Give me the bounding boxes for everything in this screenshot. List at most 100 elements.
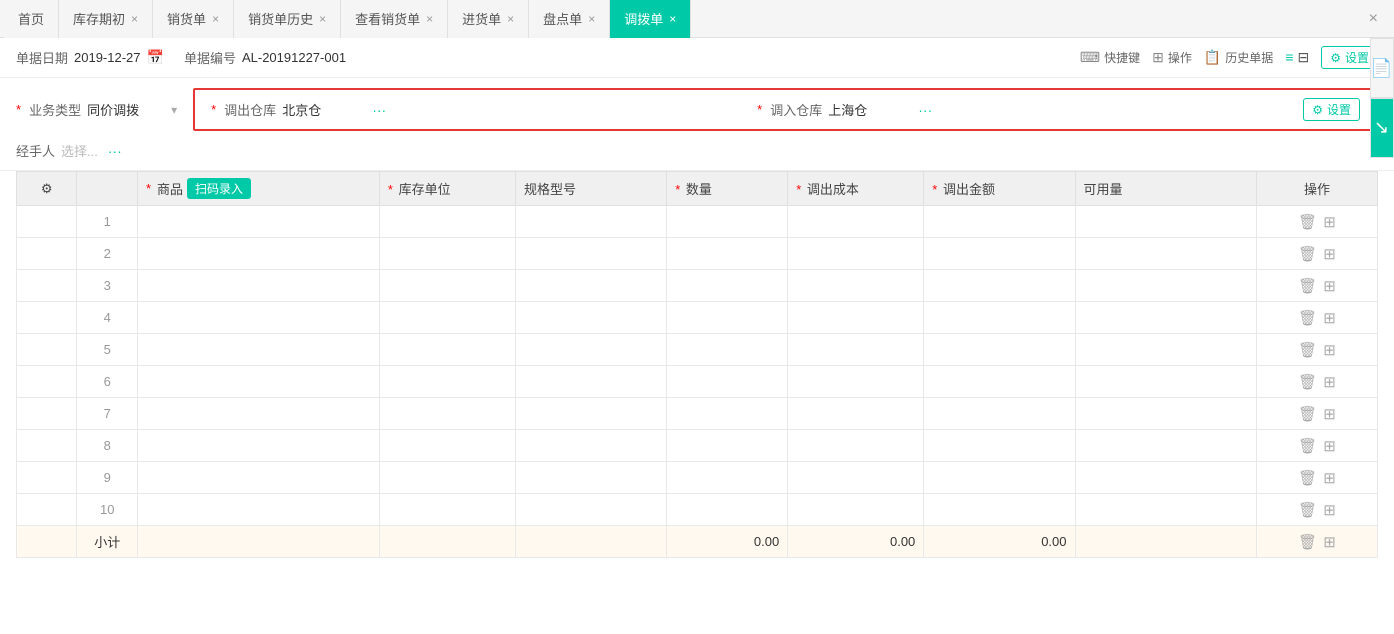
row-qty-cell[interactable] xyxy=(667,494,788,526)
col-header-gear[interactable]: ⚙ xyxy=(17,172,77,206)
row-spec-cell[interactable] xyxy=(516,462,667,494)
tab-sales-order-close[interactable]: × xyxy=(212,12,219,26)
row-amount-cell[interactable] xyxy=(924,494,1075,526)
copy-icon[interactable]: ⊞ xyxy=(1323,277,1336,295)
delete-icon[interactable]: 🗑 xyxy=(1298,277,1317,295)
row-qty-cell[interactable] xyxy=(667,238,788,270)
copy-icon[interactable]: ⊞ xyxy=(1323,533,1336,551)
row-qty-cell[interactable] xyxy=(667,462,788,494)
row-unit-cell[interactable] xyxy=(379,270,515,302)
copy-icon[interactable]: ⊞ xyxy=(1323,405,1336,423)
row-cost-cell[interactable] xyxy=(788,206,924,238)
tab-purchase-order-close[interactable]: × xyxy=(507,12,514,26)
tab-sales-history[interactable]: 销货单历史 × xyxy=(234,0,341,38)
tab-home[interactable]: 首页 xyxy=(4,0,59,38)
copy-icon[interactable]: ⊞ xyxy=(1323,469,1336,487)
history-button[interactable]: 📋 历史单据 xyxy=(1204,49,1273,66)
row-spec-cell[interactable] xyxy=(516,334,667,366)
row-amount-cell[interactable] xyxy=(924,334,1075,366)
copy-icon[interactable]: ⊞ xyxy=(1323,245,1336,263)
delete-icon[interactable]: 🗑 xyxy=(1298,469,1317,487)
row-product-cell[interactable] xyxy=(137,270,379,302)
row-spec-cell[interactable] xyxy=(516,494,667,526)
row-product-cell[interactable] xyxy=(137,206,379,238)
row-cost-cell[interactable] xyxy=(788,270,924,302)
business-type-select[interactable]: 同价调拨 ▾ xyxy=(87,100,177,119)
copy-icon[interactable]: ⊞ xyxy=(1323,341,1336,359)
tab-sales-history-close[interactable]: × xyxy=(319,12,326,26)
row-qty-cell[interactable] xyxy=(667,302,788,334)
row-spec-cell[interactable] xyxy=(516,430,667,462)
row-qty-cell[interactable] xyxy=(667,398,788,430)
row-unit-cell[interactable] xyxy=(379,366,515,398)
sidebar-doc-button[interactable]: 📄 xyxy=(1370,38,1394,98)
row-product-cell[interactable] xyxy=(137,398,379,430)
handler-select[interactable]: 选择... xyxy=(61,141,98,160)
copy-icon[interactable]: ⊞ xyxy=(1323,309,1336,327)
handler-more[interactable]: ··· xyxy=(108,143,122,159)
transfer-out-more[interactable]: ··· xyxy=(372,102,386,118)
row-product-cell[interactable] xyxy=(137,462,379,494)
sidebar-export-button[interactable]: ↗ xyxy=(1370,98,1394,158)
row-qty-cell[interactable] xyxy=(667,206,788,238)
row-cost-cell[interactable] xyxy=(788,334,924,366)
tab-inventory-init-close[interactable]: × xyxy=(131,12,138,26)
delete-icon[interactable]: 🗑 xyxy=(1298,245,1317,263)
row-unit-cell[interactable] xyxy=(379,206,515,238)
row-product-cell[interactable] xyxy=(137,238,379,270)
calendar-icon[interactable]: 📅 xyxy=(147,49,164,66)
scan-button[interactable]: 扫码录入 xyxy=(187,178,251,199)
tab-inventory-count-close[interactable]: × xyxy=(588,12,595,26)
shortcut-button[interactable]: ⌨ 快捷键 xyxy=(1080,49,1140,66)
row-amount-cell[interactable] xyxy=(924,430,1075,462)
window-close-button[interactable]: × xyxy=(1357,10,1390,28)
row-spec-cell[interactable] xyxy=(516,366,667,398)
row-product-cell[interactable] xyxy=(137,334,379,366)
row-qty-cell[interactable] xyxy=(667,366,788,398)
row-qty-cell[interactable] xyxy=(667,334,788,366)
delete-icon[interactable]: 🗑 xyxy=(1298,373,1317,391)
row-product-cell[interactable] xyxy=(137,494,379,526)
row-cost-cell[interactable] xyxy=(788,462,924,494)
layout-grid-icon[interactable]: ⊟ xyxy=(1297,49,1309,66)
delete-icon[interactable]: 🗑 xyxy=(1298,341,1317,359)
row-unit-cell[interactable] xyxy=(379,430,515,462)
row-unit-cell[interactable] xyxy=(379,334,515,366)
row-qty-cell[interactable] xyxy=(667,270,788,302)
row-amount-cell[interactable] xyxy=(924,206,1075,238)
row-unit-cell[interactable] xyxy=(379,302,515,334)
row-spec-cell[interactable] xyxy=(516,238,667,270)
row-product-cell[interactable] xyxy=(137,366,379,398)
row-amount-cell[interactable] xyxy=(924,302,1075,334)
row-amount-cell[interactable] xyxy=(924,398,1075,430)
box-settings-button[interactable]: ⚙ 设置 xyxy=(1303,98,1360,121)
row-cost-cell[interactable] xyxy=(788,398,924,430)
tab-view-sales-close[interactable]: × xyxy=(426,12,433,26)
copy-icon[interactable]: ⊞ xyxy=(1323,437,1336,455)
row-spec-cell[interactable] xyxy=(516,302,667,334)
transfer-in-more[interactable]: ··· xyxy=(918,102,932,118)
row-amount-cell[interactable] xyxy=(924,462,1075,494)
copy-icon[interactable]: ⊞ xyxy=(1323,501,1336,519)
row-amount-cell[interactable] xyxy=(924,238,1075,270)
row-unit-cell[interactable] xyxy=(379,462,515,494)
row-cost-cell[interactable] xyxy=(788,366,924,398)
delete-icon[interactable]: 🗑 xyxy=(1298,213,1317,231)
row-cost-cell[interactable] xyxy=(788,494,924,526)
row-spec-cell[interactable] xyxy=(516,206,667,238)
row-product-cell[interactable] xyxy=(137,302,379,334)
row-qty-cell[interactable] xyxy=(667,430,788,462)
row-cost-cell[interactable] xyxy=(788,302,924,334)
row-product-cell[interactable] xyxy=(137,430,379,462)
row-cost-cell[interactable] xyxy=(788,430,924,462)
row-unit-cell[interactable] xyxy=(379,494,515,526)
delete-icon[interactable]: 🗑 xyxy=(1298,533,1317,551)
copy-icon[interactable]: ⊞ xyxy=(1323,373,1336,391)
operation-button[interactable]: ⊞ 操作 xyxy=(1152,49,1192,66)
tab-sales-order[interactable]: 销货单 × xyxy=(153,0,234,38)
row-unit-cell[interactable] xyxy=(379,238,515,270)
tab-inventory-init[interactable]: 库存期初 × xyxy=(59,0,153,38)
delete-icon[interactable]: 🗑 xyxy=(1298,405,1317,423)
row-spec-cell[interactable] xyxy=(516,398,667,430)
delete-icon[interactable]: 🗑 xyxy=(1298,501,1317,519)
